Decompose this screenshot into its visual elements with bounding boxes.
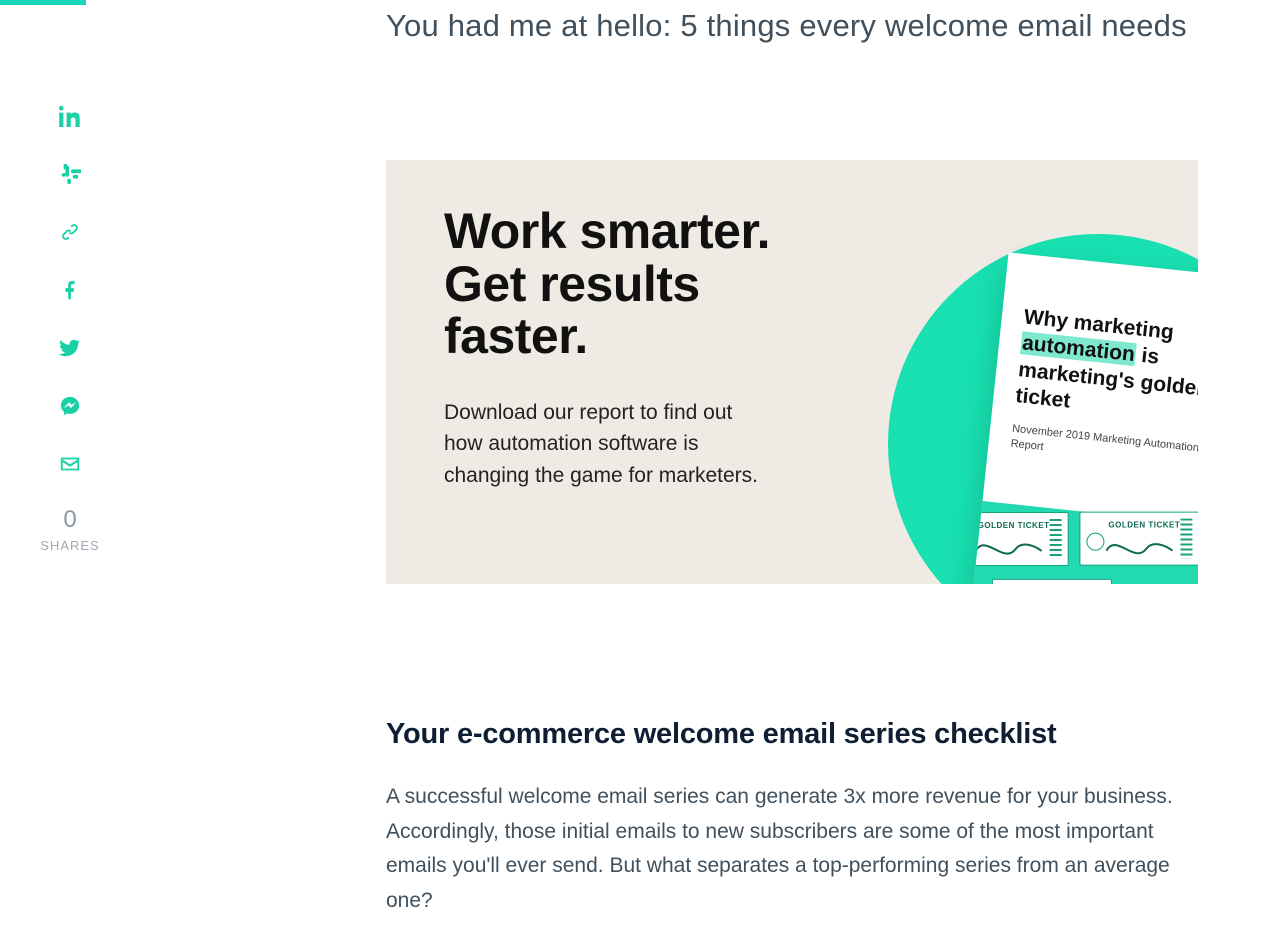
ticket-label: GOLDEN TICKET	[1108, 521, 1180, 530]
slack-share-icon[interactable]	[50, 154, 90, 194]
article-main: You had me at hello: 5 things every welc…	[386, 0, 1198, 940]
linkedin-share-icon[interactable]	[50, 96, 90, 136]
promo-banner-body: Download our report to find out how auto…	[444, 397, 774, 492]
reading-progress-bar	[0, 0, 86, 5]
messenger-share-icon[interactable]	[50, 386, 90, 426]
article-heading: Your e-commerce welcome email series che…	[386, 718, 1198, 751]
copy-link-icon[interactable]	[50, 212, 90, 252]
twitter-share-icon[interactable]	[50, 328, 90, 368]
promo-banner-text: Work smarter. Get results faster. Downlo…	[444, 205, 854, 491]
report-card-subtitle: November 2019 Marketing Automation Surve…	[1010, 422, 1198, 478]
promo-banner-art: autopilot Why marketing automation is ma…	[838, 184, 1198, 584]
page-title: You had me at hello: 5 things every welc…	[386, 8, 1198, 44]
share-count: 0	[30, 506, 110, 534]
article-paragraph: A successful welcome email series can ge…	[386, 780, 1186, 919]
ticket-label: GOLDEN TICKET	[978, 521, 1050, 530]
report-card: autopilot Why marketing automation is ma…	[969, 252, 1198, 584]
promo-banner-headline: Work smarter. Get results faster.	[444, 205, 854, 363]
promo-banner[interactable]: Work smarter. Get results faster. Downlo…	[386, 160, 1198, 584]
report-card-title: Why marketing automation is marketing's …	[1014, 304, 1198, 433]
share-label: SHARES	[30, 538, 110, 553]
ticket-pattern: GOLDEN TICKET GOLDEN TICKET GOLDEN TICKE…	[969, 501, 1198, 584]
facebook-share-icon[interactable]	[50, 270, 90, 310]
share-rail: 0 SHARES	[40, 96, 100, 553]
email-share-icon[interactable]	[50, 444, 90, 484]
